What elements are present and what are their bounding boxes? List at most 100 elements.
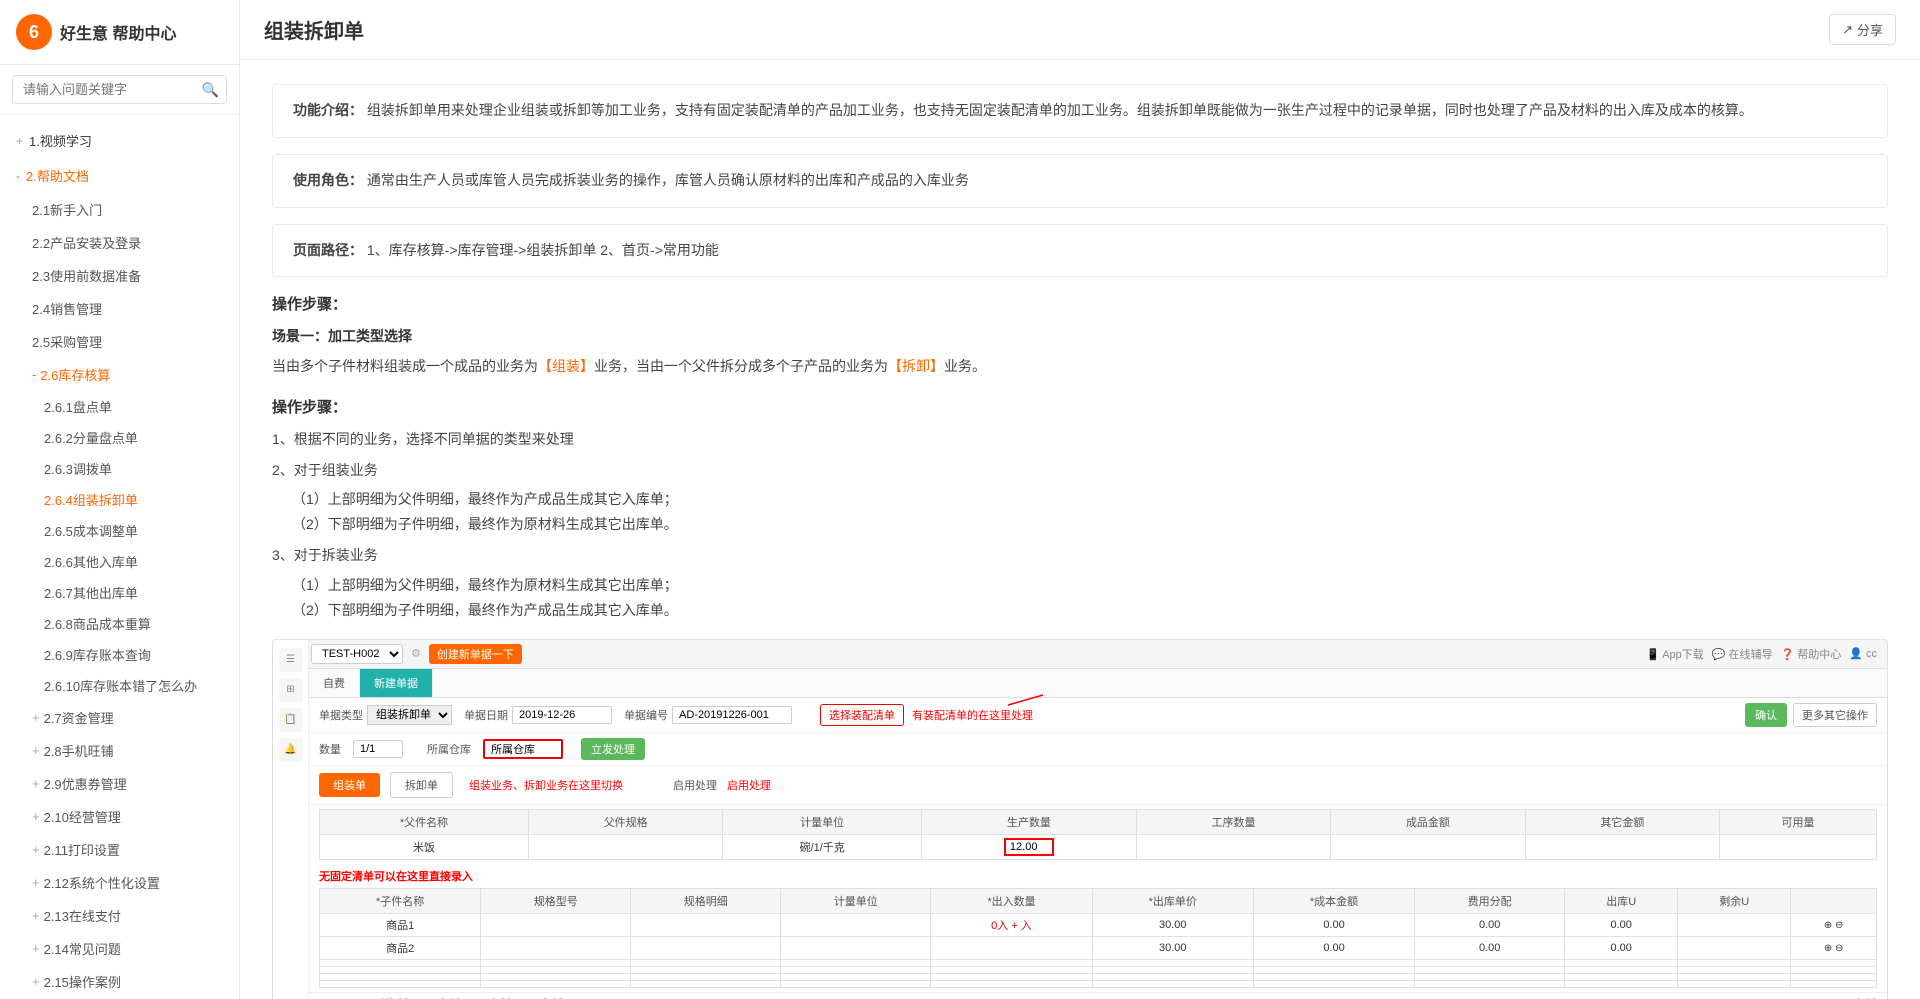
app-sidebar-strip: ☰ ⊞ 📋 🔔 bbox=[273, 640, 309, 999]
sidebar-item-2-6-5[interactable]: 2.6.5成本调整单 bbox=[0, 515, 239, 546]
app-icon-2[interactable]: ⊞ bbox=[279, 678, 303, 702]
sidebar-item-2-9[interactable]: + 2.9优惠券管理 bbox=[0, 767, 239, 800]
path-label: 页面路径： bbox=[293, 242, 363, 258]
sidebar-item-docs[interactable]: - 2.帮助文档 bbox=[0, 158, 239, 193]
sidebar-item-2-14[interactable]: + 2.14常见问题 bbox=[0, 932, 239, 965]
order-no-input[interactable] bbox=[672, 706, 792, 724]
sidebar-item-2-12[interactable]: + 2.12系统个性化设置 bbox=[0, 866, 239, 899]
disassembly-type-btn[interactable]: 拆卸单 bbox=[390, 772, 453, 798]
confirm-btn[interactable]: 确认 bbox=[1745, 703, 1787, 727]
sidebar-item-2-6-10[interactable]: 2.6.10库存账本错了怎么办 bbox=[0, 670, 239, 701]
apply-btn[interactable]: 立发处理 bbox=[581, 738, 645, 760]
sidebar-item-2-6-9[interactable]: 2.6.9库存账本查询 bbox=[0, 639, 239, 670]
warehouse-input[interactable] bbox=[483, 739, 563, 759]
nav-tree: + 1.视频学习 - 2.帮助文档 2.1新手入门 2.2产品安装及登录 2.3… bbox=[0, 115, 239, 999]
select-assembly-btn[interactable]: 选择装配清单 bbox=[820, 704, 904, 726]
app-topbar: 6 TEST-H002 ⚙ 创建新单据一下 📱 App下载 💬 在线辅导 ❓ 帮… bbox=[273, 640, 1887, 669]
logo-area: 6 好生意 帮助中心 bbox=[0, 0, 239, 65]
intro-label: 功能介绍： bbox=[293, 102, 363, 118]
page-title: 组装拆卸单 bbox=[264, 15, 364, 44]
main-panel: 组装拆卸单 ↗ 分享 功能介绍： 组装拆卸单用来处理企业组装或拆卸等加工业务，支… bbox=[240, 0, 1920, 999]
sidebar-item-2-6-6[interactable]: 2.6.6其他入库单 bbox=[0, 546, 239, 577]
tab-new-order[interactable]: 新建单据 bbox=[360, 669, 433, 697]
step3: 3、对于拆装业务 （1）上部明细为父件明细，最终作为原材料生成其它出库单； （2… bbox=[272, 543, 1888, 623]
action-btns: 确认 更多其它操作 bbox=[1745, 703, 1877, 727]
order-date-input[interactable] bbox=[512, 706, 612, 724]
share-button[interactable]: ↗ 分享 bbox=[1829, 14, 1896, 45]
app-icon-3[interactable]: 📋 bbox=[279, 708, 303, 732]
row-action-1[interactable]: ⊕ ⊖ bbox=[1824, 920, 1844, 931]
step3-sub1: （1）上部明细为父件明细，最终作为原材料生成其它出库单； bbox=[292, 573, 1888, 598]
cell-parent-name: 米饭 bbox=[320, 834, 529, 859]
sidebar-item-2-5[interactable]: 2.5采购管理 bbox=[0, 325, 239, 358]
sidebar-item-2-10[interactable]: + 2.10经营管理 bbox=[0, 800, 239, 833]
col-prod-amt: 成品金额 bbox=[1331, 809, 1525, 834]
ann4-label: 无固定清单可以在这里直接录入 bbox=[319, 871, 473, 883]
role-text: 通常由生产人员或库管人员完成拆装业务的操作，库管人员确认原材料的出库和产成品的入… bbox=[367, 172, 969, 188]
table-row bbox=[320, 966, 1877, 973]
col-unit: 计量单位 bbox=[723, 809, 922, 834]
qty-input[interactable] bbox=[353, 740, 403, 758]
app-main-content: 自费 新建单据 单据类型 组装拆卸单 bbox=[309, 669, 1887, 999]
app-icon-1[interactable]: ☰ bbox=[279, 648, 303, 672]
screenshot-container: 6 TEST-H002 ⚙ 创建新单据一下 📱 App下载 💬 在线辅导 ❓ 帮… bbox=[272, 639, 1888, 999]
lower-table-container: 无固定清单可以在这里直接录入 *子件名称 规格型号 规格明细 计量单位 bbox=[309, 864, 1887, 992]
row-action-2[interactable]: ⊕ ⊖ bbox=[1824, 943, 1844, 954]
ann1-arrow bbox=[1003, 690, 1053, 710]
new-order-btn[interactable]: 创建新单据一下 bbox=[429, 644, 522, 664]
sidebar-item-2-7[interactable]: + 2.7资金管理 bbox=[0, 701, 239, 734]
prod-qty-input[interactable] bbox=[1004, 838, 1054, 856]
sidebar-item-2-6[interactable]: - 2.6库存核算 bbox=[0, 358, 239, 391]
tab-zifei[interactable]: 自费 bbox=[309, 669, 360, 697]
intro-block: 功能介绍： 组装拆卸单用来处理企业组装或拆卸等加工业务，支持有固定装配清单的产品… bbox=[272, 84, 1888, 138]
sidebar-item-2-3[interactable]: 2.3使用前数据准备 bbox=[0, 259, 239, 292]
scene1-desc: 当由多个子件材料组装成一个成品的业务为【组装】业务，当由一个父件拆分成多个子产品… bbox=[272, 354, 1888, 379]
search-input[interactable] bbox=[12, 75, 227, 104]
col-avail-qty: 可用量 bbox=[1720, 809, 1877, 834]
table-row bbox=[320, 959, 1877, 966]
sidebar-item-2-6-1[interactable]: 2.6.1盘点单 bbox=[0, 391, 239, 422]
company-select[interactable]: TEST-H002 bbox=[311, 644, 403, 664]
app-form-row: 单据类型 组装拆卸单 单据日期 单据编号 bbox=[309, 698, 1887, 733]
sidebar-item-2-4[interactable]: 2.4销售管理 bbox=[0, 292, 239, 325]
search-icon[interactable]: 🔍 bbox=[202, 81, 219, 98]
sidebar-item-2-15[interactable]: + 2.15操作案例 bbox=[0, 965, 239, 998]
assembly-type-btn[interactable]: 组装单 bbox=[319, 773, 380, 797]
upper-table: *父件名称 父件规格 计量单位 生产数量 工序数量 成品金额 其它金额 可用量 bbox=[319, 809, 1877, 860]
step1: 1、根据不同的业务，选择不同单据的类型来处理 bbox=[272, 427, 1888, 452]
role-label: 使用角色： bbox=[293, 172, 363, 188]
topbar-right: 📱 App下载 💬 在线辅导 ❓ 帮助中心 👤 cc bbox=[1646, 646, 1877, 662]
sidebar-item-2-1[interactable]: 2.1新手入门 bbox=[0, 193, 239, 226]
sidebar-item-2-6-2[interactable]: 2.6.2分量盘点单 bbox=[0, 422, 239, 453]
step2-sub1: （1）上部明细为父件明细，最终作为产成品生成其它入库单； bbox=[292, 487, 1888, 512]
scene1-title: 场景一：加工类型选择 bbox=[272, 326, 1888, 346]
sidebar-item-2-11[interactable]: + 2.11打印设置 bbox=[0, 833, 239, 866]
step2: 2、对于组装业务 （1）上部明细为父件明细，最终作为产成品生成其它入库单； （2… bbox=[272, 458, 1888, 538]
path-text: 1、库存核算->库存管理->组装拆卸单 2、首页->常用功能 bbox=[367, 242, 719, 258]
content-area: 功能介绍： 组装拆卸单用来处理企业组装或拆卸等加工业务，支持有固定装配清单的产品… bbox=[240, 60, 1920, 999]
brand-name: 好生意 帮助中心 bbox=[60, 20, 176, 44]
sidebar-item-2-6-7[interactable]: 2.6.7其他出库单 bbox=[0, 577, 239, 608]
sidebar-item-2-8[interactable]: + 2.8手机旺铺 bbox=[0, 734, 239, 767]
app-icon-4[interactable]: 🔔 bbox=[279, 738, 303, 762]
table-row: 商品2 30.00 0.00 0.00 0.00 bbox=[320, 936, 1877, 959]
upper-table-container: *父件名称 父件规格 计量单位 生产数量 工序数量 成品金额 其它金额 可用量 bbox=[309, 805, 1887, 864]
sidebar-item-2-13[interactable]: + 2.13在线支付 bbox=[0, 899, 239, 932]
col-prod-qty: 生产数量 bbox=[922, 809, 1137, 834]
order-no-field: 单据编号 bbox=[624, 706, 792, 724]
step2-sub2: （2）下部明细为子件明细，最终作为原材料生成其它出库单。 bbox=[292, 512, 1888, 537]
more-btn[interactable]: 更多其它操作 bbox=[1793, 703, 1877, 727]
path-block: 页面路径： 1、库存核算->库存管理->组装拆卸单 2、首页->常用功能 bbox=[272, 224, 1888, 278]
sidebar-item-video[interactable]: + 1.视频学习 bbox=[0, 123, 239, 158]
app-body: ☰ ⊞ 📋 🔔 自费 新建单据 bbox=[273, 669, 1887, 999]
sidebar-item-2-6-8[interactable]: 2.6.8商品成本重算 bbox=[0, 608, 239, 639]
sidebar-item-2-6-4[interactable]: 2.6.4组装拆卸单 bbox=[0, 484, 239, 515]
main-header: 组装拆卸单 ↗ 分享 bbox=[240, 0, 1920, 60]
col-parent-spec: 父件规格 bbox=[529, 809, 723, 834]
ann2-label: 组装业务、拆卸业务在这里切换 bbox=[469, 777, 623, 793]
sidebar-item-2-2[interactable]: 2.2产品安装及登录 bbox=[0, 226, 239, 259]
order-type-select[interactable]: 组装拆卸单 bbox=[367, 705, 452, 725]
sidebar-item-2-6-3[interactable]: 2.6.3调拨单 bbox=[0, 453, 239, 484]
qty-row: 数量 所属仓库 立发处理 bbox=[309, 733, 1887, 766]
col-proc-qty: 工序数量 bbox=[1136, 809, 1330, 834]
